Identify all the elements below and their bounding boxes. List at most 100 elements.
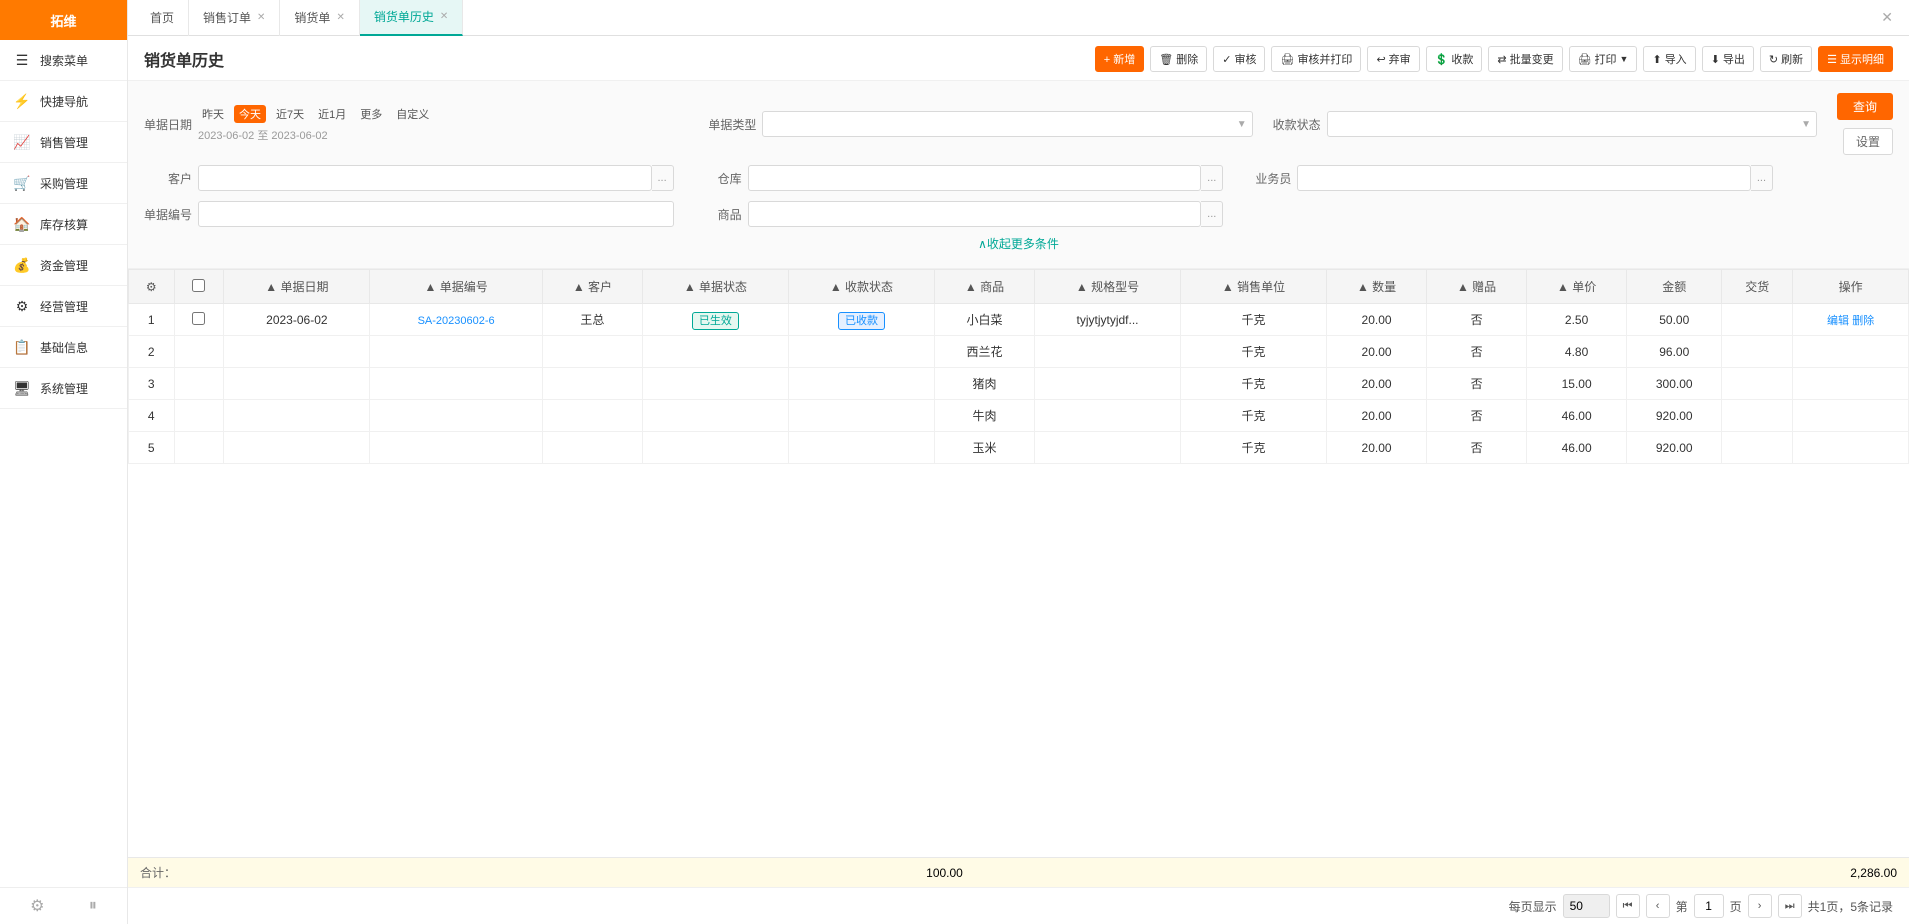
close-tab-sales-order[interactable]: ✕ — [257, 12, 265, 23]
filter-row-3: 单据编号 商品 ... — [144, 201, 1893, 227]
close-all-tabs[interactable]: ✕ — [1873, 9, 1901, 26]
sidebar-item-search-menu[interactable]: ☰ 搜索菜单 — [0, 40, 127, 81]
date-today[interactable]: 今天 — [234, 105, 266, 123]
sidebar-item-ops-mgmt[interactable]: ⚙ 经营管理 — [0, 286, 127, 327]
close-tab-sales-delivery[interactable]: ✕ — [336, 12, 344, 23]
import-button[interactable]: ⬆ 导入 — [1643, 46, 1695, 72]
salesperson-browse-btn[interactable]: ... — [1751, 165, 1773, 191]
doc-no-link[interactable]: SA-20230602-6 — [418, 315, 495, 327]
col-goods[interactable]: ▲ 商品 — [934, 270, 1034, 304]
cell-seq: 3 — [129, 368, 175, 400]
action-link[interactable]: 删除 — [1852, 315, 1874, 327]
cell-doc-no: SA-20230602-6 — [370, 304, 543, 336]
customer-browse-btn[interactable]: ... — [652, 165, 674, 191]
col-goods-label: ▲ 商品 — [965, 280, 1004, 294]
print-button[interactable]: 🖨 打印 ▼ — [1569, 46, 1638, 72]
sidebar-item-sales-mgmt[interactable]: 📈 销售管理 — [0, 122, 127, 163]
prev-page-btn[interactable]: ‹ — [1646, 894, 1670, 918]
tab-home[interactable]: 首页 — [136, 0, 189, 36]
cell-doc-status — [642, 336, 788, 368]
cell-amount: 920.00 — [1627, 400, 1722, 432]
customer-input[interactable] — [198, 165, 652, 191]
warehouse-input[interactable] — [748, 165, 1202, 191]
sidebar-item-label: 搜索菜单 — [40, 52, 88, 69]
export-button[interactable]: ⬇ 导出 — [1702, 46, 1754, 72]
filter-row-1: 单据日期 昨天 今天 近7天 近1月 更多 自定义 2023-06-02 至 2… — [144, 93, 1893, 155]
sidebar-item-fund-mgmt[interactable]: 💰 资金管理 — [0, 245, 127, 286]
col-customer[interactable]: ▲ 客户 — [542, 270, 642, 304]
col-unit-price[interactable]: ▲ 单价 — [1527, 270, 1627, 304]
audit-print-button[interactable]: 🖨 审核并打印 — [1271, 46, 1361, 72]
col-doc-date-label: ▲ 单据日期 — [265, 280, 328, 294]
goods-browse-btn[interactable]: ... — [1201, 201, 1223, 227]
sidebar-item-basic-info[interactable]: 📋 基础信息 — [0, 327, 127, 368]
show-detail-button[interactable]: ☰ 显示明细 — [1818, 46, 1893, 72]
collect-status-select[interactable] — [1327, 111, 1817, 137]
new-button[interactable]: + 新增 — [1095, 46, 1144, 72]
cell-doc-no — [370, 432, 543, 464]
date-7days[interactable]: 近7天 — [272, 105, 308, 123]
batch-icon: ⇄ — [1497, 53, 1506, 66]
goods-input[interactable] — [748, 201, 1202, 227]
refresh-button[interactable]: ↻ 刷新 — [1760, 46, 1812, 72]
customer-label: 客户 — [144, 170, 192, 187]
col-sales-unit[interactable]: ▲ 销售单位 — [1181, 270, 1327, 304]
select-all-checkbox[interactable] — [192, 279, 205, 292]
cell-customer — [542, 336, 642, 368]
warehouse-browse-btn[interactable]: ... — [1201, 165, 1223, 191]
abandon-button[interactable]: ↩ 弃审 — [1367, 46, 1419, 72]
query-button[interactable]: 查询 — [1837, 93, 1893, 120]
doc-type-label: 单据类型 — [708, 116, 756, 133]
date-more[interactable]: 更多 — [356, 105, 386, 123]
per-page-select[interactable]: 50 20 100 200 — [1563, 894, 1610, 918]
sidebar-item-label: 经营管理 — [40, 298, 88, 315]
col-customer-label: ▲ 客户 — [573, 280, 612, 294]
cell-amount: 50.00 — [1627, 304, 1722, 336]
sidebar-item-purchase-mgmt[interactable]: 🛒 采购管理 — [0, 163, 127, 204]
sidebar-item-inventory-calc[interactable]: 🏠 库存核算 — [0, 204, 127, 245]
date-yesterday[interactable]: 昨天 — [198, 105, 228, 123]
sidebar-item-system-mgmt[interactable]: 🖥 系统管理 — [0, 368, 127, 409]
page-input[interactable] — [1694, 894, 1724, 918]
date-custom[interactable]: 自定义 — [392, 105, 433, 123]
collect-button[interactable]: 💲 收款 — [1426, 46, 1483, 72]
col-doc-no[interactable]: ▲ 单据编号 — [370, 270, 543, 304]
row-checkbox[interactable] — [192, 312, 205, 325]
delete-button[interactable]: 🗑 删除 — [1150, 46, 1207, 72]
doc-no-input[interactable] — [198, 201, 674, 227]
page-title: 销货单历史 — [144, 47, 224, 71]
col-settings[interactable]: ⚙ — [129, 270, 175, 304]
col-gift[interactable]: ▲ 赠品 — [1427, 270, 1527, 304]
col-collect-status[interactable]: ▲ 收款状态 — [788, 270, 934, 304]
collapse-button[interactable]: ∧ 收起更多条件 — [144, 231, 1893, 256]
batch-change-button[interactable]: ⇄ 批量变更 — [1488, 46, 1562, 72]
doc-type-select[interactable] — [762, 111, 1252, 137]
first-page-btn[interactable]: ⏮ — [1616, 894, 1640, 918]
setting-button[interactable]: 设置 — [1843, 128, 1893, 155]
cell-transaction — [1722, 368, 1793, 400]
settings-icon[interactable]: ⚙ — [30, 896, 44, 916]
table-settings-icon[interactable]: ⚙ — [146, 280, 157, 294]
next-page-btn[interactable]: › — [1748, 894, 1772, 918]
last-page-btn[interactable]: ⏭ — [1778, 894, 1802, 918]
col-doc-date[interactable]: ▲ 单据日期 — [224, 270, 370, 304]
col-spec-type[interactable]: ▲ 规格型号 — [1035, 270, 1181, 304]
col-quantity[interactable]: ▲ 数量 — [1327, 270, 1427, 304]
col-spec-type-label: ▲ 规格型号 — [1076, 280, 1139, 294]
sidebar-item-quick-nav[interactable]: ⚡ 快捷导航 — [0, 81, 127, 122]
date-1month[interactable]: 近1月 — [314, 105, 350, 123]
total-label: 合计： — [140, 864, 176, 881]
close-tab-sales-history[interactable]: ✕ — [440, 11, 448, 22]
audit-button[interactable]: ✓ 审核 — [1213, 46, 1265, 72]
tab-sales-order[interactable]: 销售订单 ✕ — [189, 0, 280, 36]
salesperson-input[interactable] — [1297, 165, 1751, 191]
tab-sales-delivery[interactable]: 销货单 ✕ — [280, 0, 359, 36]
action-link[interactable]: 编辑 — [1827, 315, 1849, 327]
col-collect-status-label: ▲ 收款状态 — [830, 280, 893, 294]
col-doc-status[interactable]: ▲ 单据状态 — [642, 270, 788, 304]
col-amount-label: 金额 — [1662, 280, 1686, 294]
cell-checkbox — [174, 400, 224, 432]
pause-icon[interactable]: ⏸ — [89, 897, 97, 915]
goods-label: 商品 — [694, 206, 742, 223]
tab-sales-history[interactable]: 销货单历史 ✕ — [360, 0, 463, 36]
